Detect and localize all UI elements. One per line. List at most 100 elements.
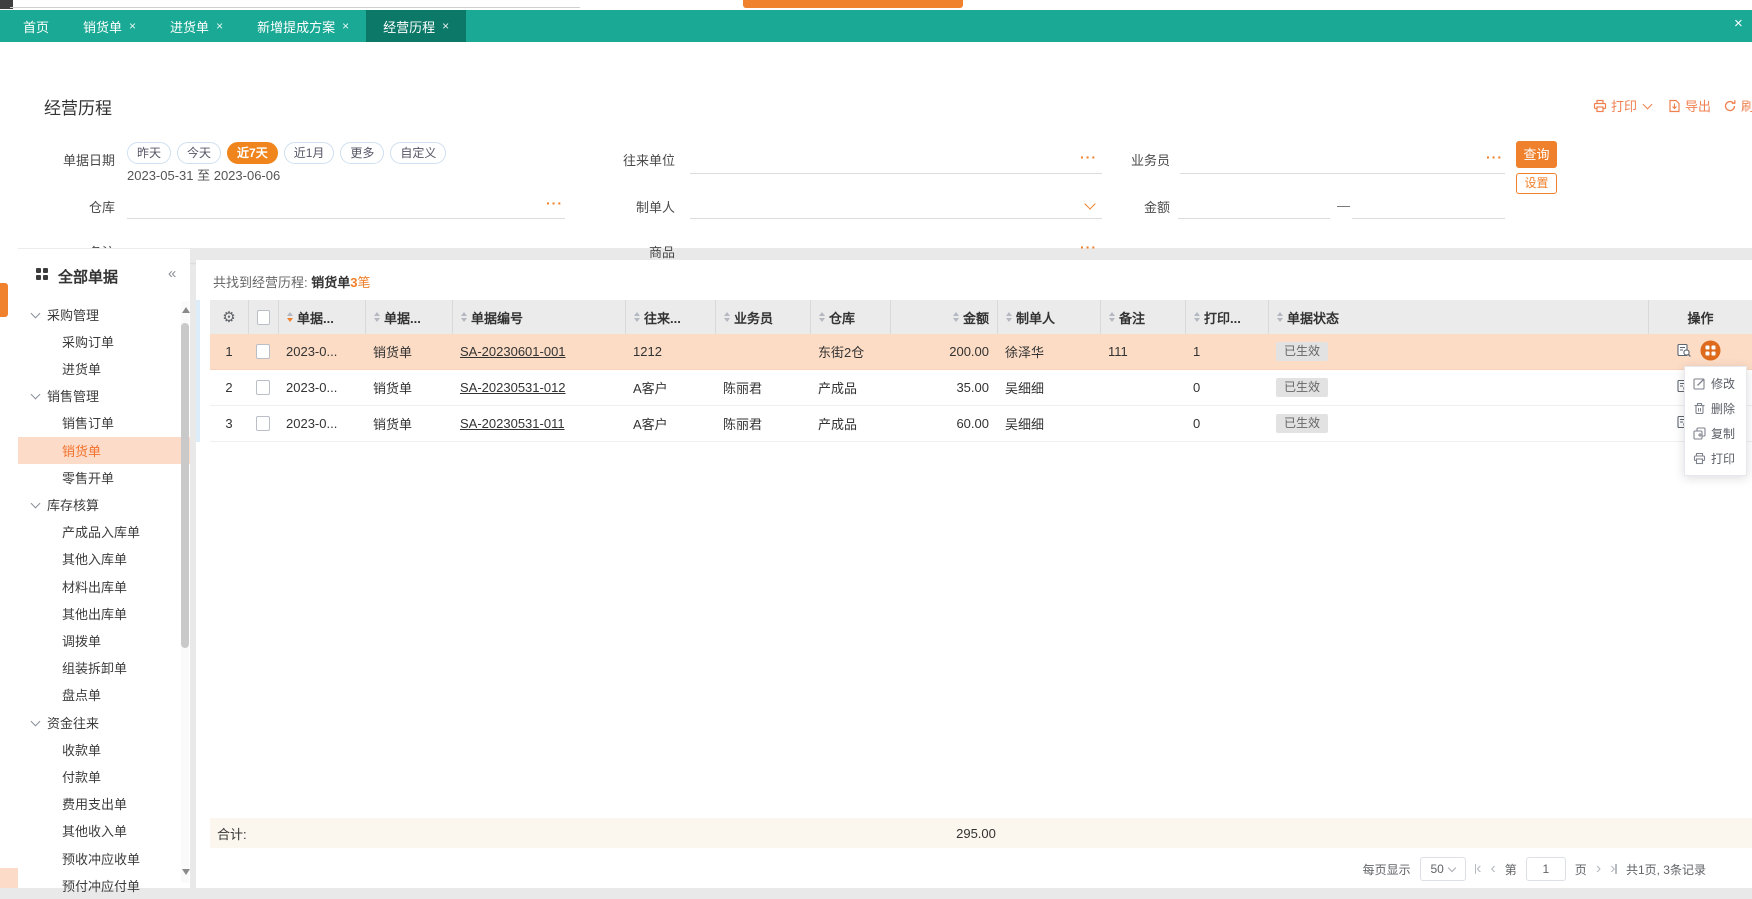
warehouse-input[interactable]: [127, 218, 565, 219]
date-pill-近7天[interactable]: 近7天: [227, 142, 278, 164]
sidebar-item-费用支出单[interactable]: 费用支出单: [18, 790, 190, 817]
first-page-button[interactable]: ‹: [1474, 861, 1481, 877]
row-checkbox[interactable]: [256, 344, 270, 359]
scroll-down-icon[interactable]: [182, 869, 190, 875]
tab-close-icon[interactable]: ×: [442, 20, 449, 32]
scroll-up-icon[interactable]: [182, 307, 190, 313]
view-document-icon[interactable]: [1676, 343, 1692, 361]
document-number-link[interactable]: SA-20230531-012: [460, 380, 566, 395]
page-size-select[interactable]: 50: [1419, 857, 1466, 881]
sidebar-item-付款单[interactable]: 付款单: [18, 763, 190, 790]
column-header-creator[interactable]: 制单人: [997, 300, 1100, 334]
menu-item-修改[interactable]: 修改: [1685, 371, 1746, 396]
sidebar-item-销售订单[interactable]: 销售订单: [18, 409, 190, 436]
sort-icon[interactable]: [1194, 312, 1200, 322]
tab-close-icon[interactable]: ×: [216, 20, 223, 32]
sidebar-item-盘点单[interactable]: 盘点单: [18, 681, 190, 708]
date-pill-更多[interactable]: 更多: [340, 142, 385, 164]
row-checkbox[interactable]: [256, 416, 270, 431]
search-button[interactable]: 查询: [1516, 141, 1557, 168]
date-pill-近1月[interactable]: 近1月: [283, 142, 335, 164]
column-header-amount[interactable]: 金额: [890, 300, 997, 334]
sidebar-collapse-icon[interactable]: «: [168, 265, 176, 282]
refresh-button[interactable]: 刷新: [1723, 96, 1752, 115]
menu-item-删除[interactable]: 删除: [1685, 396, 1746, 421]
sidebar-item-采购订单[interactable]: 采购订单: [18, 328, 190, 355]
chevron-down-icon[interactable]: [30, 498, 41, 508]
sort-icon[interactable]: [634, 312, 640, 322]
table-row[interactable]: 3 2023-0... 销货单 SA-20230531-011 A客户 陈丽君 产成品 60.…: [210, 406, 1752, 442]
table-row[interactable]: 2 2023-0... 销货单 SA-20230531-012 A客户 陈丽君 产成品 35.…: [210, 370, 1752, 406]
chevron-down-icon[interactable]: [30, 389, 41, 399]
tab-进货单[interactable]: 进货单 ×: [153, 10, 240, 42]
sidebar-item-组装拆卸单[interactable]: 组装拆卸单: [18, 654, 190, 681]
sort-icon[interactable]: [1277, 312, 1283, 322]
partner-more-icon[interactable]: ···: [1080, 150, 1097, 164]
gear-icon[interactable]: ⚙: [222, 308, 235, 326]
column-header-check[interactable]: [248, 300, 278, 334]
sort-icon[interactable]: [952, 312, 959, 322]
tab-close-icon[interactable]: ×: [129, 20, 136, 32]
sort-icon[interactable]: [287, 312, 293, 322]
next-page-button[interactable]: ›: [1596, 861, 1601, 877]
amount-min-input[interactable]: [1178, 218, 1330, 219]
sidebar-item-采购管理[interactable]: 采购管理: [18, 301, 190, 328]
sidebar-item-零售开单[interactable]: 零售开单: [18, 464, 190, 491]
sidebar-item-材料出库单[interactable]: 材料出库单: [18, 573, 190, 600]
column-header-type[interactable]: 单据...: [365, 300, 452, 334]
sort-icon[interactable]: [461, 312, 467, 322]
partner-input[interactable]: [690, 173, 1102, 174]
prev-page-button[interactable]: ‹: [1490, 861, 1495, 877]
last-page-button[interactable]: ›: [1610, 861, 1617, 877]
salesman-input[interactable]: [1180, 173, 1505, 174]
sidebar-item-预收冲应收单[interactable]: 预收冲应收单: [18, 845, 190, 872]
sidebar-item-收款单[interactable]: 收款单: [18, 736, 190, 763]
column-header-salesman[interactable]: 业务员: [715, 300, 810, 334]
column-header-no[interactable]: 单据编号: [452, 300, 625, 334]
sort-icon[interactable]: [819, 312, 825, 322]
salesman-more-icon[interactable]: ···: [1486, 150, 1503, 164]
column-header-remark[interactable]: 备注: [1100, 300, 1185, 334]
date-pill-今天[interactable]: 今天: [177, 142, 222, 164]
sidebar-item-进货单[interactable]: 进货单: [18, 355, 190, 382]
sidebar-item-资金往来[interactable]: 资金往来: [18, 709, 190, 736]
sidebar-item-库存核算[interactable]: 库存核算: [18, 491, 190, 518]
print-button[interactable]: 打印: [1593, 96, 1653, 115]
more-actions-button[interactable]: [1700, 340, 1721, 364]
sidebar-item-其他出库单[interactable]: 其他出库单: [18, 600, 190, 627]
column-header-prints[interactable]: 打印...: [1185, 300, 1268, 334]
goods-more-icon[interactable]: ···: [1080, 240, 1097, 254]
tab-新增提成方案[interactable]: 新增提成方案 ×: [240, 10, 366, 42]
column-header-partner[interactable]: 往来...: [625, 300, 715, 334]
page-number-input[interactable]: 1: [1525, 857, 1566, 881]
sidebar-item-产成品入库单[interactable]: 产成品入库单: [18, 518, 190, 545]
sidebar-item-其他收入单[interactable]: 其他收入单: [18, 817, 190, 844]
column-header-date[interactable]: 单据...: [278, 300, 365, 334]
sort-icon[interactable]: [374, 312, 380, 322]
sort-icon[interactable]: [1109, 312, 1115, 322]
creator-input[interactable]: [690, 218, 1102, 219]
tab-经营历程[interactable]: 经营历程 ×: [366, 10, 467, 42]
chevron-down-icon[interactable]: [30, 308, 41, 318]
sidebar-scrollbar-thumb[interactable]: [181, 323, 189, 648]
menu-item-复制[interactable]: 复制: [1685, 421, 1746, 446]
left-rail-orange-tab[interactable]: [0, 283, 8, 317]
menu-item-打印[interactable]: 打印: [1685, 446, 1746, 471]
sort-icon[interactable]: [1006, 312, 1012, 322]
tab-close-icon[interactable]: ×: [342, 20, 349, 32]
sidebar-item-预付冲应付单[interactable]: 预付冲应付单: [18, 872, 190, 899]
tab-首页[interactable]: 首页: [6, 10, 66, 42]
sidebar-item-销货单[interactable]: 销货单: [18, 437, 190, 464]
sidebar-item-调拨单[interactable]: 调拨单: [18, 627, 190, 654]
sort-icon[interactable]: [724, 312, 730, 322]
column-header-status[interactable]: 单据状态: [1268, 300, 1648, 334]
sidebar-item-其他入库单[interactable]: 其他入库单: [18, 545, 190, 572]
select-all-checkbox[interactable]: [257, 309, 270, 325]
amount-max-input[interactable]: [1352, 218, 1505, 219]
close-icon[interactable]: ×: [1734, 16, 1743, 31]
row-checkbox[interactable]: [256, 380, 270, 395]
date-pill-自定义[interactable]: 自定义: [390, 142, 447, 164]
document-number-link[interactable]: SA-20230531-011: [460, 416, 565, 431]
creator-chevron-down-icon[interactable]: [1084, 198, 1096, 210]
tab-销货单[interactable]: 销货单 ×: [66, 10, 153, 42]
